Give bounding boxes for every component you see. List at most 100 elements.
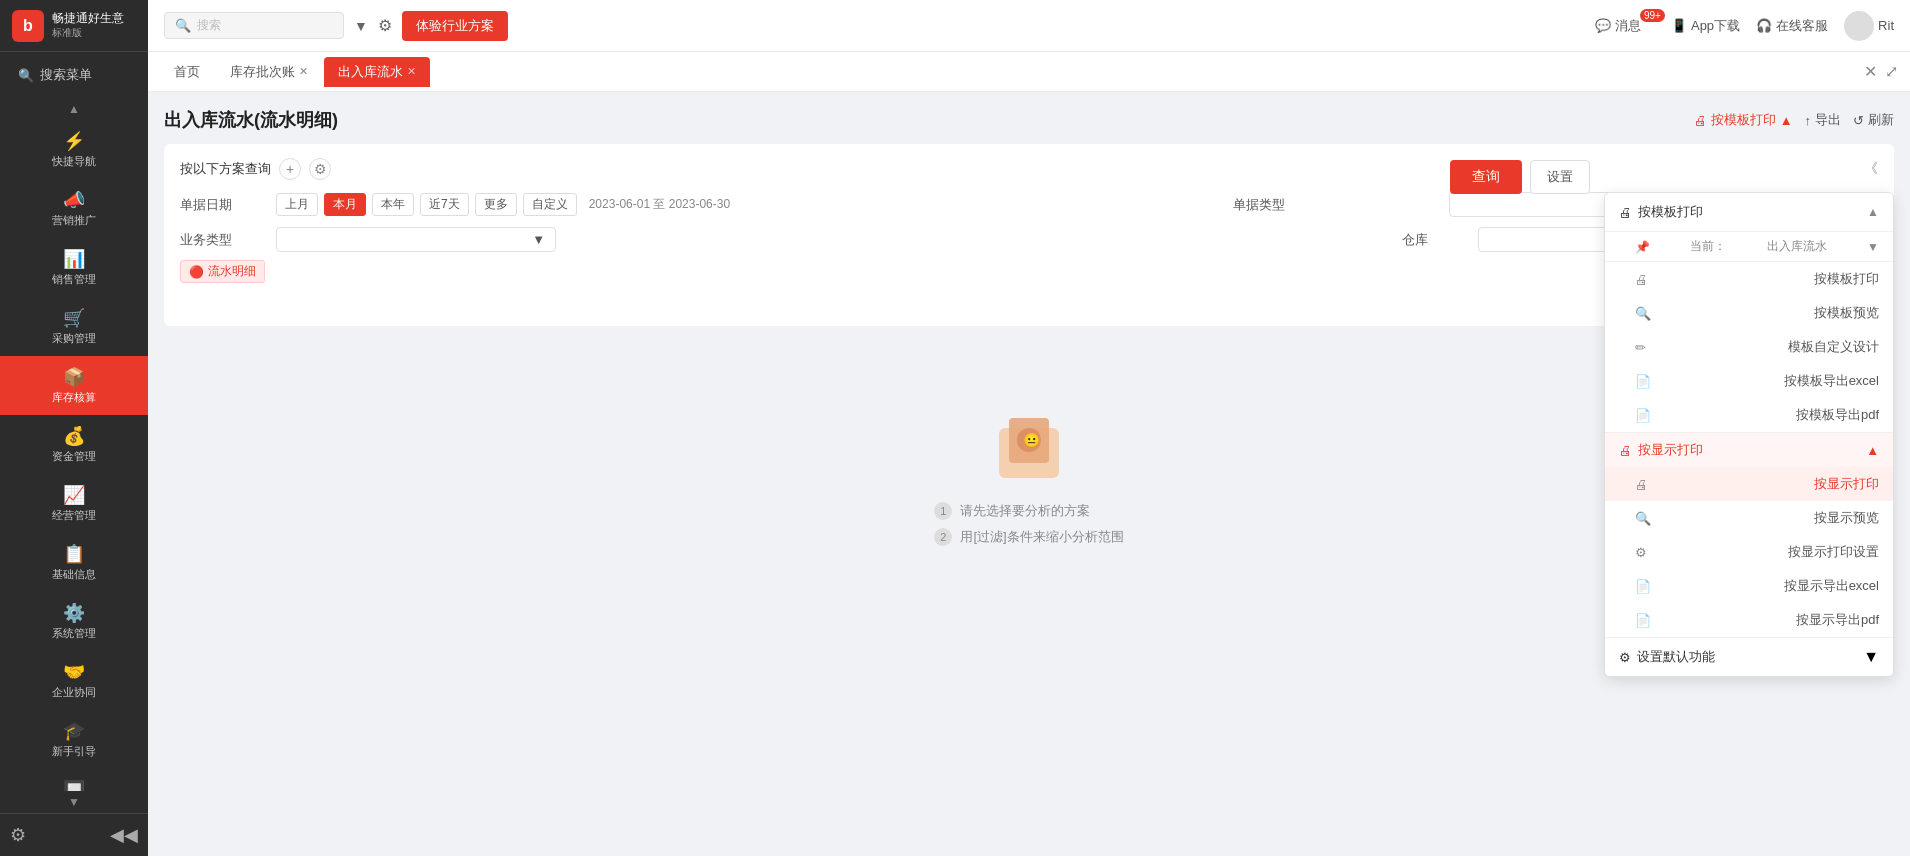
dropdown-current-arrow: ▼: [1867, 240, 1879, 254]
set-default-label: 设置默认功能: [1637, 648, 1715, 666]
sidebar-item-marketing[interactable]: 📣 营销推广: [0, 179, 148, 238]
template-print-button[interactable]: 🖨 按模板打印 ▲: [1694, 111, 1793, 129]
sidebar-item-inventory[interactable]: 📦 库存核算: [0, 356, 148, 415]
topbar: 🔍 搜索 ▼ ⚙ 体验行业方案 💬 消息 99+ 📱 App下载 🎧 在线客服: [148, 0, 1910, 52]
step1-text: 请先选择要分析的方案: [960, 502, 1090, 520]
empty-step-1: 1 请先选择要分析的方案: [934, 502, 1123, 520]
app-title: 畅捷通好生意: [52, 11, 124, 27]
biz-label-area: 业务类型: [180, 231, 260, 249]
flow-tag: 🔴 流水明细: [180, 260, 265, 283]
footer-settings-icon[interactable]: ⚙: [10, 824, 26, 846]
template-custom-design-item[interactable]: ✏ 模板自定义设计: [1605, 330, 1893, 364]
date-btn-last-month[interactable]: 上月: [276, 193, 318, 216]
template-export-excel-item[interactable]: 📄 按模板导出excel: [1605, 364, 1893, 398]
template-preview-item[interactable]: 🔍 按模板预览: [1605, 296, 1893, 330]
tab-batch-account[interactable]: 库存批次账 ✕: [216, 57, 322, 87]
tab-expand-button[interactable]: ⤢: [1885, 62, 1898, 81]
scroll-down-indicator: ▼: [0, 791, 148, 813]
tab-close-all-button[interactable]: ✕: [1864, 62, 1877, 81]
dropdown-panel-header[interactable]: 🖨 按模板打印 ▲: [1605, 193, 1893, 232]
topbar-settings-icon[interactable]: ⚙: [378, 16, 392, 35]
tab-batch-account-close[interactable]: ✕: [299, 65, 308, 78]
display-preview-item[interactable]: 🔍 按显示预览: [1605, 501, 1893, 535]
empty-steps: 1 请先选择要分析的方案 2 用[过滤]条件来缩小分析范围: [934, 502, 1123, 554]
scroll-down-icon: ▼: [68, 795, 80, 809]
settings-button[interactable]: 设置: [1530, 160, 1590, 194]
search-menu-item[interactable]: 🔍 搜索菜单: [10, 60, 138, 90]
tab-home[interactable]: 首页: [160, 57, 214, 87]
filter-add-button[interactable]: +: [279, 158, 301, 180]
set-default-function-item[interactable]: ⚙ 设置默认功能 ▼: [1605, 638, 1893, 676]
app-center-icon: 🔲: [63, 779, 85, 791]
date-field-label: 单据日期: [180, 196, 232, 214]
display-print-item[interactable]: 🖨 按显示打印: [1605, 467, 1893, 501]
display-export-pdf-item[interactable]: 📄 按显示导出pdf: [1605, 603, 1893, 637]
topbar-search-box[interactable]: 🔍 搜索: [164, 12, 344, 39]
query-button[interactable]: 查询: [1450, 160, 1522, 194]
industry-solution-button[interactable]: 体验行业方案: [402, 11, 508, 41]
finance-icon: 💰: [63, 425, 85, 447]
app-download-item[interactable]: 📱 App下载: [1671, 17, 1740, 35]
messages-item[interactable]: 💬 消息 99+: [1595, 17, 1655, 35]
doc-type-area: 单据类型: [1233, 195, 1433, 214]
app-logo-icon: b: [12, 10, 44, 42]
refresh-button[interactable]: ↺ 刷新: [1853, 111, 1894, 129]
date-btn-last-7[interactable]: 近7天: [420, 193, 469, 216]
sales-label: 销售管理: [52, 272, 96, 287]
page-header: 出入库流水(流水明细) 🖨 按模板打印 ▲ ↑ 导出 ↺ 刷新: [164, 108, 1894, 132]
sidebar-item-base-info[interactable]: 📋 基础信息: [0, 533, 148, 592]
online-service-item[interactable]: 🎧 在线客服: [1756, 17, 1828, 35]
template-export-pdf-item[interactable]: 📄 按模板导出pdf: [1605, 398, 1893, 432]
sidebar-item-sales[interactable]: 📊 销售管理: [0, 238, 148, 297]
set-default-icon: ⚙: [1619, 650, 1631, 665]
export-button[interactable]: ↑ 导出: [1805, 111, 1842, 129]
user-avatar-item[interactable]: Rit: [1844, 11, 1894, 41]
topbar-dropdown-arrow[interactable]: ▼: [354, 18, 368, 34]
sys-mgmt-label: 系统管理: [52, 626, 96, 641]
export-icon: ↑: [1805, 113, 1812, 128]
footer-collapse-icon[interactable]: ◀◀: [110, 824, 138, 846]
tab-inout-flow-label: 出入库流水: [338, 63, 403, 81]
marketing-label: 营销推广: [52, 213, 96, 228]
biz-filter-field: ▼: [276, 227, 1386, 252]
display-print-settings-item[interactable]: ⚙ 按显示打印设置: [1605, 535, 1893, 569]
sidebar-item-sys-mgmt[interactable]: ⚙️ 系统管理: [0, 592, 148, 651]
filter-collapse-icon[interactable]: 《: [1864, 160, 1878, 178]
finance-label: 资金管理: [52, 449, 96, 464]
page-actions: 🖨 按模板打印 ▲ ↑ 导出 ↺ 刷新: [1694, 111, 1894, 129]
tab-inout-flow-close[interactable]: ✕: [407, 65, 416, 78]
content-area: 出入库流水(流水明细) 🖨 按模板打印 ▲ ↑ 导出 ↺ 刷新: [148, 92, 1910, 856]
sidebar-item-guide[interactable]: 🎓 新手引导: [0, 710, 148, 769]
step2-number: 2: [934, 528, 952, 546]
display-export-excel-item[interactable]: 📄 按显示导出excel: [1605, 569, 1893, 603]
date-btn-custom[interactable]: 自定义: [523, 193, 577, 216]
refresh-label: 刷新: [1868, 111, 1894, 129]
biz-type-dropdown-icon: ▼: [532, 232, 545, 247]
operations-label: 经营管理: [52, 508, 96, 523]
collab-icon: 🤝: [63, 661, 85, 683]
sidebar-item-app-center[interactable]: 🔲 应用中心: [0, 769, 148, 791]
template-preview-icon: 🔍: [1635, 306, 1651, 321]
messages-badge: 99+: [1640, 9, 1665, 22]
guide-label: 新手引导: [52, 744, 96, 759]
template-print-section-item[interactable]: 🖨 按模板打印: [1605, 262, 1893, 296]
sidebar-item-operations[interactable]: 📈 经营管理: [0, 474, 148, 533]
date-label-area: 单据日期: [180, 196, 260, 214]
sidebar-item-quick-nav[interactable]: ⚡ 快捷导航: [0, 120, 148, 179]
username-label: Rit: [1878, 18, 1894, 33]
sidebar-item-purchase[interactable]: 🛒 采购管理: [0, 297, 148, 356]
sidebar-item-collab[interactable]: 🤝 企业协同: [0, 651, 148, 710]
template-print-sec-label: 按模板打印: [1814, 270, 1879, 288]
filter-header: 按以下方案查询 + ⚙ 《: [180, 158, 1878, 180]
topbar-right: 💬 消息 99+ 📱 App下载 🎧 在线客服 Rit: [1595, 11, 1894, 41]
sidebar-item-finance[interactable]: 💰 资金管理: [0, 415, 148, 474]
online-service-label: 在线客服: [1776, 17, 1828, 35]
scroll-up-icon: ▲: [68, 102, 80, 116]
date-btn-more[interactable]: 更多: [475, 193, 517, 216]
filter-settings-button[interactable]: ⚙: [309, 158, 331, 180]
display-print-section-header[interactable]: 🖨 按显示打印 ▲: [1605, 433, 1893, 467]
date-btn-this-month[interactable]: 本月: [324, 193, 366, 216]
date-btn-this-year[interactable]: 本年: [372, 193, 414, 216]
biz-type-select[interactable]: ▼: [276, 227, 556, 252]
tab-inout-flow[interactable]: 出入库流水 ✕: [324, 57, 430, 87]
